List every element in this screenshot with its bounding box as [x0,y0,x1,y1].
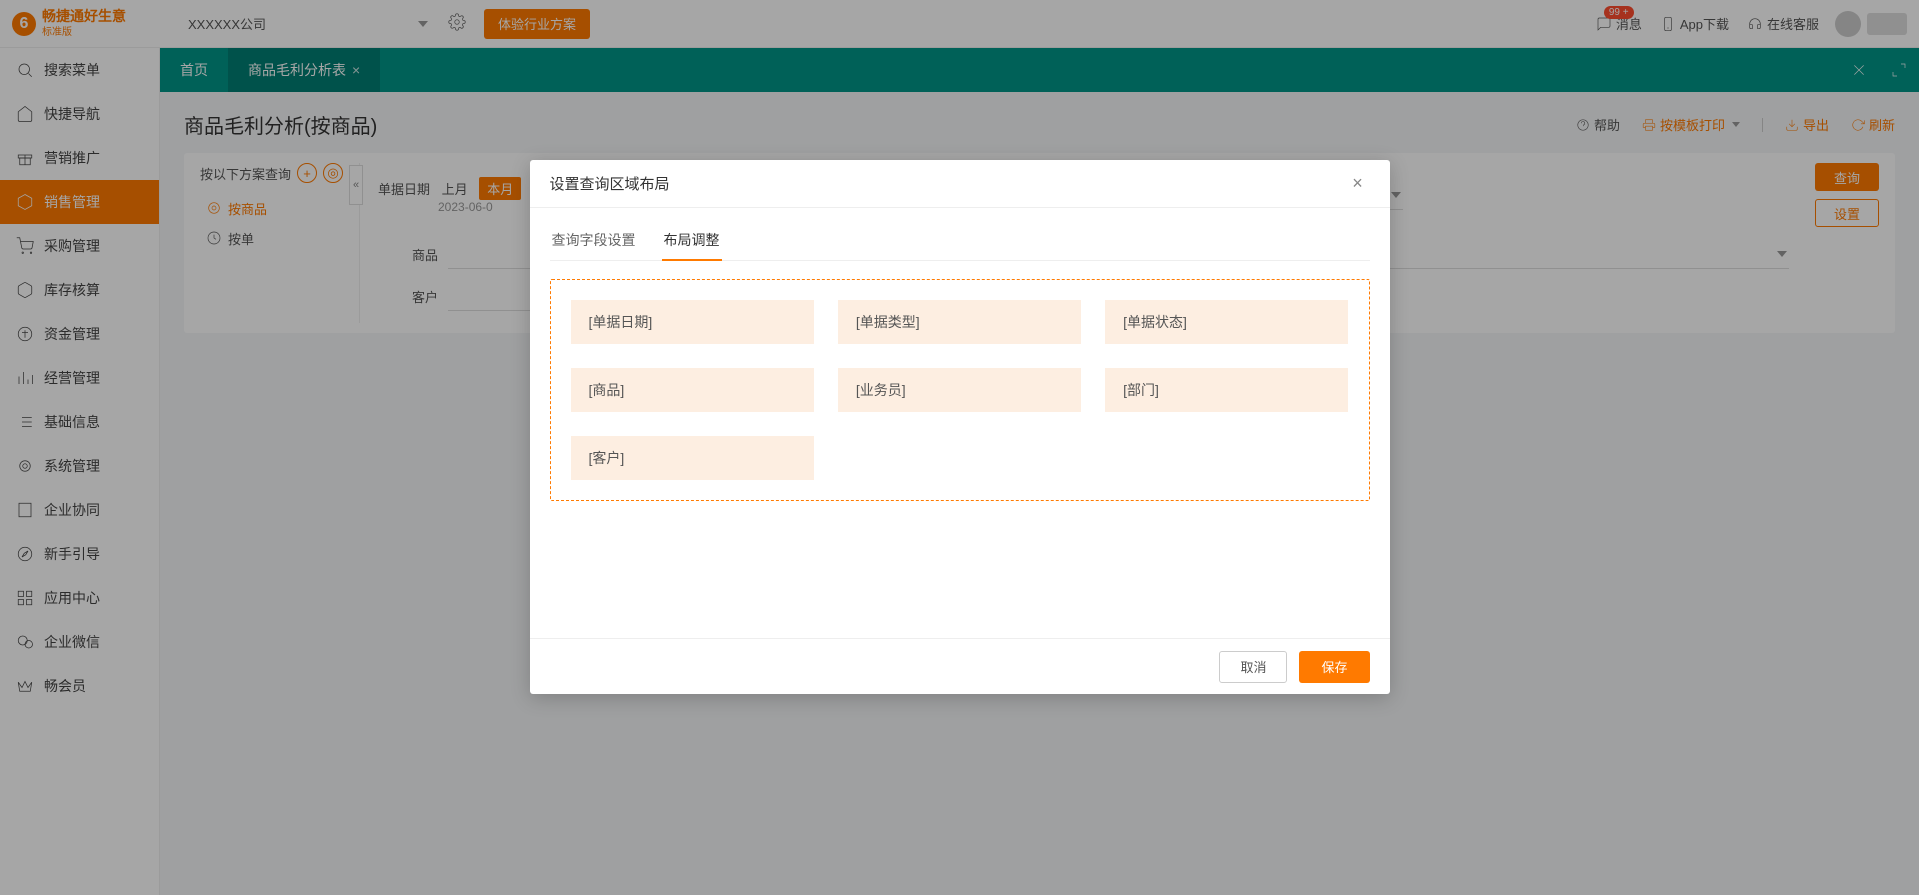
layout-dialog: 设置查询区域布局 × 查询字段设置 布局调整 [单据日期] [单据类型] [单据… [530,160,1390,694]
dialog-footer: 取消 保存 [530,638,1390,694]
dialog-body: 查询字段设置 布局调整 [单据日期] [单据类型] [单据状态] [商品] [业… [530,208,1390,638]
field-chip-salesman[interactable]: [业务员] [838,368,1081,412]
save-button[interactable]: 保存 [1299,651,1369,683]
field-chip-goods[interactable]: [商品] [571,368,814,412]
dialog-tab-layout[interactable]: 布局调整 [662,222,722,260]
dialog-header: 设置查询区域布局 × [530,160,1390,208]
dialog-tab-fields[interactable]: 查询字段设置 [550,222,638,260]
close-icon: × [1352,173,1363,194]
field-chip-customer[interactable]: [客户] [571,436,814,480]
dialog-tabs: 查询字段设置 布局调整 [550,222,1370,261]
field-chip-status[interactable]: [单据状态] [1105,300,1348,344]
cancel-button[interactable]: 取消 [1219,651,1287,683]
dialog-title: 设置查询区域布局 [550,173,670,194]
field-chip-dept[interactable]: [部门] [1105,368,1348,412]
layout-dropzone[interactable]: [单据日期] [单据类型] [单据状态] [商品] [业务员] [部门] [客户… [550,279,1370,501]
field-chip-type[interactable]: [单据类型] [838,300,1081,344]
dialog-close-button[interactable]: × [1346,172,1370,196]
field-chip-date[interactable]: [单据日期] [571,300,814,344]
